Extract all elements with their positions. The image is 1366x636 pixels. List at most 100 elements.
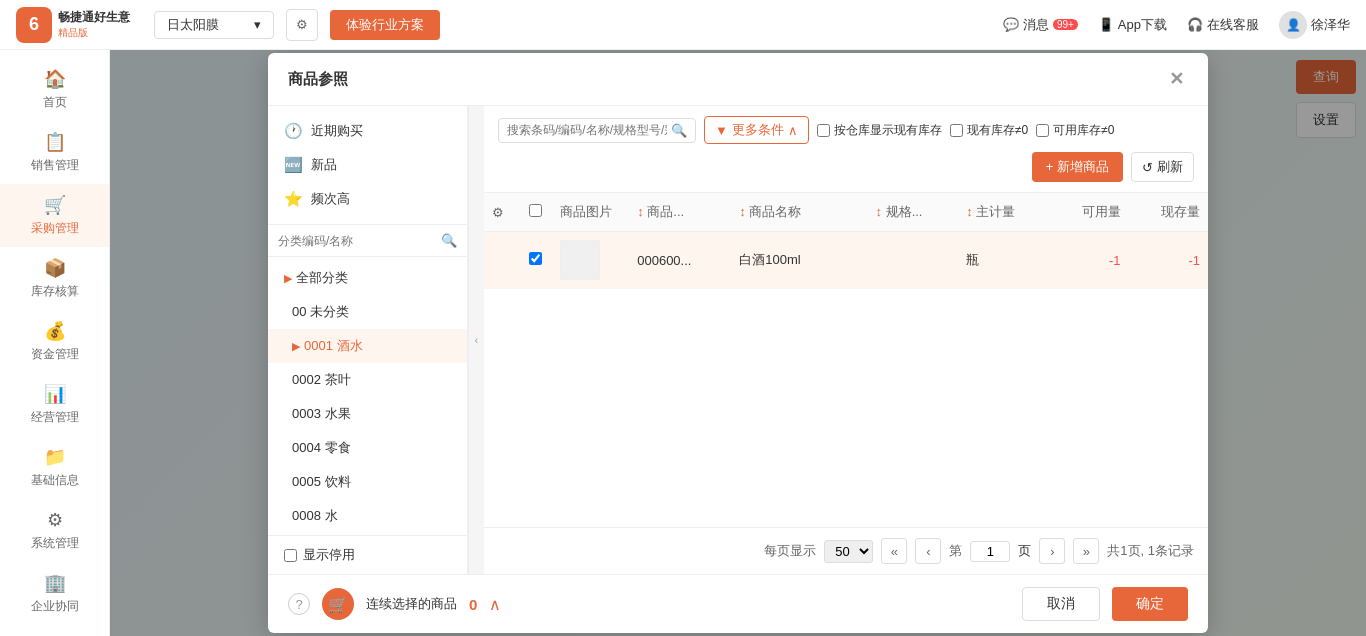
category-0001[interactable]: ▶ 0001 酒水 [268,329,467,363]
current-stock-filter-checkbox[interactable] [950,124,963,137]
main-layout: 🏠 首页 📋 销售管理 🛒 采购管理 📦 库存核算 💰 资金管理 📊 经营管理 … [0,50,1366,636]
page-size-select[interactable]: 50 [824,540,873,563]
row-checkbox[interactable] [529,252,542,265]
first-page-button[interactable]: « [881,538,907,564]
notification-item[interactable]: 💬 消息 99+ [1003,16,1078,34]
cart-button[interactable]: 🛒 [322,588,354,620]
cancel-button[interactable]: 取消 [1022,587,1100,621]
available-stock-filter-checkbox-label[interactable]: 可用库存≠0 [1036,122,1114,139]
sidebar-item-business[interactable]: 📊 经营管理 [0,373,109,436]
th-code[interactable]: ↕ 商品... [629,193,731,232]
th-stock: 现存量 [1129,193,1209,232]
quick-link-new[interactable]: 🆕 新品 [268,148,467,182]
category-0004[interactable]: 0004 零食 [268,431,467,465]
product-toolbar: 🔍 ▼ 更多条件 ∧ 按仓库显示现有库存 [484,106,1208,193]
avatar: 👤 [1279,11,1307,39]
product-table: ⚙ 商品图片 [484,193,1208,527]
cart-count: 0 [469,596,477,613]
sidebar-item-sales[interactable]: 📋 销售管理 [0,121,109,184]
sort-icon-code: ↕ [637,204,644,219]
category-all[interactable]: ▶ 全部分类 [268,261,467,295]
chevron-up-icon: ∧ [788,123,798,138]
td-settings [484,232,518,289]
gear-button[interactable]: ⚙ [286,9,318,41]
footer-collapse-button[interactable]: ∧ [489,595,501,614]
th-available: 可用量 [1038,193,1129,232]
quick-link-frequent[interactable]: ⭐ 频次高 [268,182,467,216]
sidebar-item-guide[interactable]: 🆕 新手引导 [0,625,109,636]
home-icon: 🏠 [44,68,66,90]
sidebar-item-home[interactable]: 🏠 首页 [0,58,109,121]
show-disabled-checkbox[interactable] [284,549,297,562]
modal-close-button[interactable]: ✕ [1164,67,1188,91]
page-total: 共1页, 1条记录 [1107,542,1194,560]
panel-collapse-button[interactable]: ‹ [468,106,484,574]
td-checkbox[interactable] [518,232,552,289]
sidebar-item-purchase[interactable]: 🛒 采购管理 [0,184,109,247]
table-body: 000600... 白酒100ml [484,232,1208,289]
app-icon: 📱 [1098,17,1114,32]
logo-text: 畅捷通好生意 精品版 [58,9,130,40]
th-checkbox[interactable] [518,193,552,232]
trial-button[interactable]: 体验行业方案 [330,10,440,40]
modal-title: 商品参照 [288,70,348,89]
sidebar-item-finance[interactable]: 💰 资金管理 [0,310,109,373]
select-all-checkbox[interactable] [529,204,542,217]
available-stock-filter-checkbox[interactable] [1036,124,1049,137]
next-page-button[interactable]: › [1039,538,1065,564]
td-spec [868,232,959,289]
category-0002[interactable]: 0002 茶叶 [268,363,467,397]
inventory-icon: 📦 [44,257,66,279]
modal-body: 🕐 近期购买 🆕 新品 ⭐ 频次高 [268,106,1208,574]
refresh-button[interactable]: ↺ 刷新 [1131,152,1194,182]
user-item[interactable]: 👤 徐泽华 [1279,11,1350,39]
current-stock-filter-checkbox-label[interactable]: 现有库存≠0 [950,122,1028,139]
category-00[interactable]: 00 未分类 [268,295,467,329]
category-0005[interactable]: 0005 饮料 [268,465,467,499]
quick-link-recent[interactable]: 🕐 近期购买 [268,114,467,148]
td-stock: -1 [1129,232,1209,289]
page-label: 页 [1018,542,1031,560]
online-service-item[interactable]: 🎧 在线客服 [1187,16,1259,34]
add-product-button[interactable]: + 新增商品 [1032,152,1123,182]
sidebar-item-inventory[interactable]: 📦 库存核算 [0,247,109,310]
logo-area: 6 畅捷通好生意 精品版 [16,7,130,43]
sort-icon-unit: ↕ [966,204,973,219]
product-image [560,240,600,280]
store-selector[interactable]: 日太阳膜 ▾ [154,11,274,39]
category-list: ▶ 全部分类 00 未分类 ▶ 0001 酒水 [268,257,467,535]
search-icon: 🔍 [441,233,457,248]
modal-footer: ? 🛒 连续选择的商品 0 ∧ 取消 确定 [268,574,1208,633]
product-search-input[interactable] [507,123,667,137]
prev-page-button[interactable]: ‹ [915,538,941,564]
warehouse-filter-checkbox-label[interactable]: 按仓库显示现有库存 [817,122,942,139]
sidebar-item-enterprise[interactable]: 🏢 企业协同 [0,562,109,625]
th-unit[interactable]: ↕ 主计量 [958,193,1037,232]
more-filter-button[interactable]: ▼ 更多条件 ∧ [704,116,809,144]
td-unit: 瓶 [958,232,1037,289]
app-download-item[interactable]: 📱 App下载 [1098,16,1167,34]
sidebar-item-system[interactable]: ⚙ 系统管理 [0,499,109,562]
search-icon-btn[interactable]: 🔍 [671,123,687,138]
business-icon: 📊 [44,383,66,405]
warehouse-filter-checkbox[interactable] [817,124,830,137]
th-image: 商品图片 [552,193,629,232]
th-name[interactable]: ↕ 商品名称 [731,193,867,232]
sales-icon: 📋 [44,131,66,153]
last-page-button[interactable]: » [1073,538,1099,564]
table-row[interactable]: 000600... 白酒100ml [484,232,1208,289]
confirm-button[interactable]: 确定 [1112,587,1188,621]
notification-icon: 💬 [1003,17,1019,32]
filter-icon: ▼ [715,123,728,138]
category-0003[interactable]: 0003 水果 [268,397,467,431]
clock-icon: 🕐 [284,122,303,140]
th-settings[interactable]: ⚙ [484,193,518,232]
th-spec[interactable]: ↕ 规格... [868,193,959,232]
page-number-input[interactable] [970,541,1010,562]
category-search-input[interactable] [278,234,435,248]
category-0008[interactable]: 0008 水 [268,499,467,533]
help-button[interactable]: ? [288,593,310,615]
nav-right: 💬 消息 99+ 📱 App下载 🎧 在线客服 👤 徐泽华 [1003,11,1350,39]
sort-icon-spec: ↕ [876,204,883,219]
sidebar-item-basic[interactable]: 📁 基础信息 [0,436,109,499]
